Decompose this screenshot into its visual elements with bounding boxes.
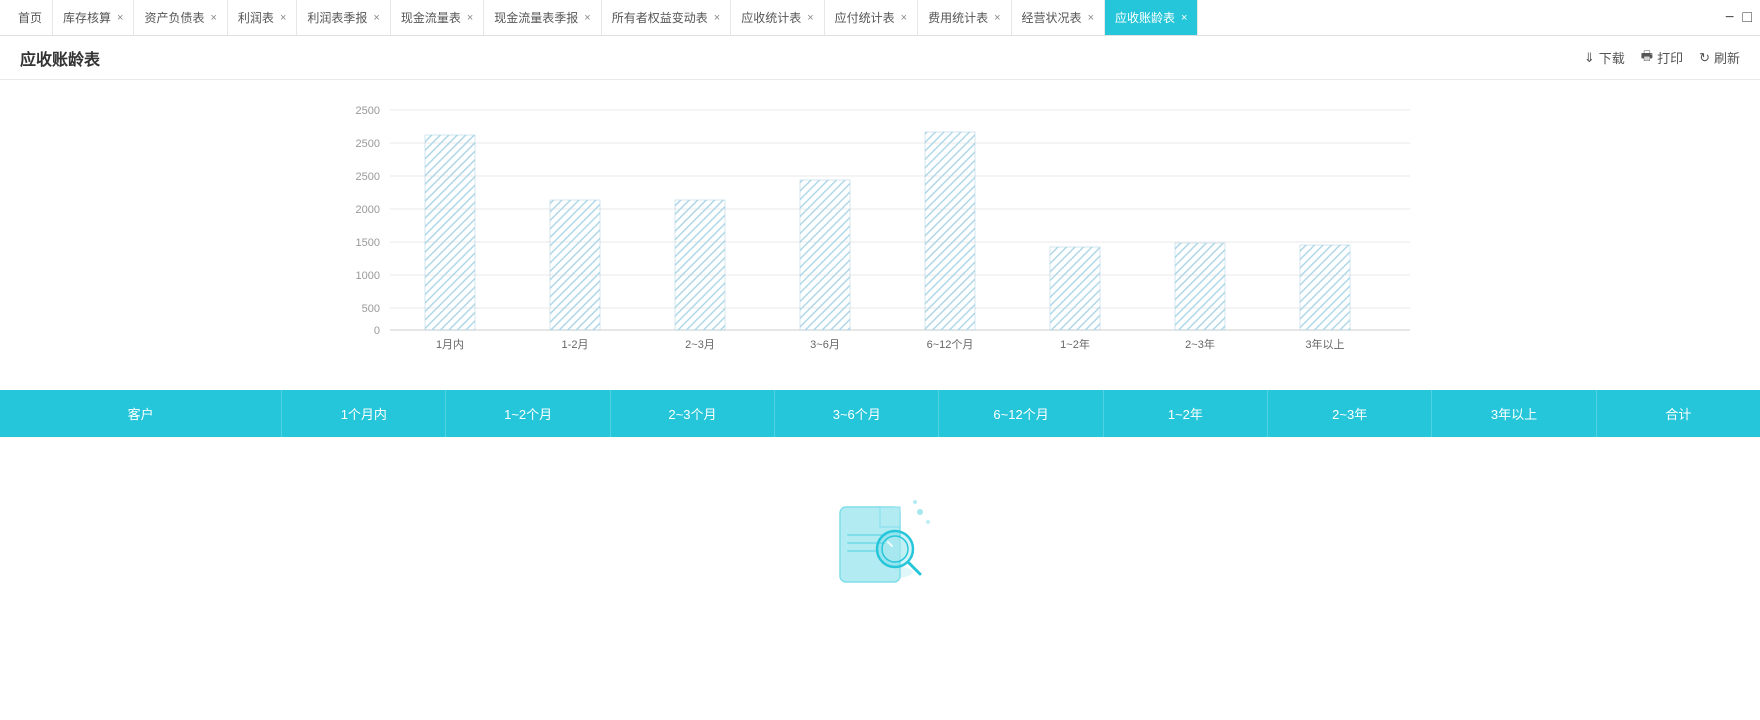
tab-bar-actions: − □	[1725, 9, 1752, 27]
tab-label-8: 应收统计表	[741, 9, 801, 26]
tab-label-10: 费用统计表	[928, 9, 988, 26]
bar-6-12月	[925, 132, 975, 330]
tab-close-11[interactable]: ×	[1088, 12, 1094, 24]
tab-close-5[interactable]: ×	[467, 12, 473, 24]
svg-text:1-2月: 1-2月	[562, 339, 589, 351]
header-actions: ⇓ 下载 🖶 打印 ↻ 刷新	[1584, 47, 1740, 69]
table-header: 客户1个月内1~2个月2~3个月3~6个月6~12个月1~2年2~3年3年以上合…	[0, 390, 1760, 437]
empty-state	[0, 437, 1760, 637]
empty-state-icon	[820, 477, 940, 597]
svg-text:2~3年: 2~3年	[1185, 337, 1215, 351]
tab-close-10[interactable]: ×	[994, 12, 1000, 24]
svg-text:3年以上: 3年以上	[1305, 337, 1344, 351]
table-th-5: 6~12个月	[939, 390, 1103, 437]
print-icon: 🖶	[1641, 47, 1653, 69]
table-th-4: 3~6个月	[775, 390, 939, 437]
tab-item-5[interactable]: 现金流量表 ×	[391, 0, 484, 36]
tab-close-1[interactable]: ×	[117, 12, 123, 24]
table-th-3: 2~3个月	[611, 390, 775, 437]
svg-text:2~3月: 2~3月	[685, 339, 715, 351]
download-label: 下载	[1599, 48, 1625, 67]
print-label: 打印	[1657, 48, 1683, 67]
svg-text:1月内: 1月内	[436, 337, 464, 351]
refresh-label: 刷新	[1714, 48, 1740, 67]
svg-text:2500: 2500	[356, 138, 380, 150]
tab-item-4[interactable]: 利润表季报 ×	[297, 0, 390, 36]
tab-close-4[interactable]: ×	[373, 12, 379, 24]
svg-text:3~6月: 3~6月	[810, 339, 840, 351]
tab-label-3: 利润表	[238, 9, 274, 26]
svg-text:0: 0	[374, 325, 380, 337]
svg-text:2500: 2500	[356, 171, 380, 183]
tabs-scroll: 首页库存核算×资产负债表×利润表×利润表季报×现金流量表×现金流量表季报×所有者…	[8, 0, 1725, 36]
svg-text:1~2年: 1~2年	[1060, 337, 1090, 351]
refresh-icon: ↻	[1699, 50, 1710, 66]
tab-item-1[interactable]: 库存核算 ×	[53, 0, 134, 36]
download-action[interactable]: ⇓ 下载	[1584, 48, 1625, 67]
tab-label-6: 现金流量表季报	[494, 9, 578, 26]
tab-item-0[interactable]: 首页	[8, 0, 53, 36]
bar-3年以上	[1300, 245, 1350, 330]
tab-close-2[interactable]: ×	[210, 12, 216, 24]
tab-item-11[interactable]: 经营状况表 ×	[1012, 0, 1105, 36]
tab-item-8[interactable]: 应收统计表 ×	[731, 0, 824, 36]
minimize-button[interactable]: −	[1725, 9, 1734, 27]
tab-label-4: 利润表季报	[307, 9, 367, 26]
tab-close-3[interactable]: ×	[280, 12, 286, 24]
table-th-6: 1~2年	[1104, 390, 1268, 437]
refresh-action[interactable]: ↻ 刷新	[1699, 48, 1740, 67]
print-action[interactable]: 🖶 打印	[1641, 47, 1683, 69]
maximize-button[interactable]: □	[1742, 9, 1752, 27]
bar-1-2月	[550, 200, 600, 330]
tab-item-7[interactable]: 所有者权益变动表 ×	[602, 0, 731, 36]
table-th-0: 客户	[0, 390, 282, 437]
main-content: 2500 2500 2500 2000 1500 1000 500 0	[0, 80, 1760, 720]
table-th-9: 合计	[1597, 390, 1760, 437]
bar-3-6月	[800, 180, 850, 330]
tab-close-8[interactable]: ×	[807, 12, 813, 24]
table-th-1: 1个月内	[282, 390, 446, 437]
tab-close-6[interactable]: ×	[584, 12, 590, 24]
tab-item-3[interactable]: 利润表 ×	[228, 0, 297, 36]
table-th-8: 3年以上	[1432, 390, 1596, 437]
page-title: 应收账龄表	[20, 46, 100, 70]
tab-bar: 首页库存核算×资产负债表×利润表×利润表季报×现金流量表×现金流量表季报×所有者…	[0, 0, 1760, 36]
tab-label-0: 首页	[18, 9, 42, 26]
bar-2-3月	[675, 200, 725, 330]
tab-label-5: 现金流量表	[401, 9, 461, 26]
svg-text:6~12个月: 6~12个月	[927, 338, 974, 351]
tab-item-10[interactable]: 费用统计表 ×	[918, 0, 1011, 36]
table-th-2: 1~2个月	[446, 390, 610, 437]
tab-label-11: 经营状况表	[1022, 9, 1082, 26]
svg-text:2000: 2000	[356, 204, 380, 216]
tab-item-9[interactable]: 应付统计表 ×	[825, 0, 918, 36]
tab-label-1: 库存核算	[63, 9, 111, 26]
tab-label-12: 应收账龄表	[1115, 9, 1175, 26]
bar-chart: 2500 2500 2500 2000 1500 1000 500 0	[330, 100, 1430, 380]
svg-text:1500: 1500	[356, 237, 380, 249]
tab-item-12[interactable]: 应收账龄表 ×	[1105, 0, 1198, 36]
tab-item-2[interactable]: 资产负债表 ×	[134, 0, 227, 36]
page-header: 应收账龄表 ⇓ 下载 🖶 打印 ↻ 刷新	[0, 36, 1760, 80]
table-th-7: 2~3年	[1268, 390, 1432, 437]
bar-1-2年	[1050, 247, 1100, 330]
bar-1月内	[425, 135, 475, 330]
tab-label-2: 资产负债表	[144, 9, 204, 26]
chart-area: 2500 2500 2500 2000 1500 1000 500 0	[0, 80, 1760, 390]
tab-label-7: 所有者权益变动表	[612, 9, 708, 26]
svg-text:2500: 2500	[356, 105, 380, 117]
tab-close-9[interactable]: ×	[901, 12, 907, 24]
tab-close-7[interactable]: ×	[714, 12, 720, 24]
svg-text:1000: 1000	[356, 270, 380, 282]
tab-label-9: 应付统计表	[835, 9, 895, 26]
bar-2-3年	[1175, 243, 1225, 330]
chart-svg-wrapper: 2500 2500 2500 2000 1500 1000 500 0	[30, 100, 1730, 380]
svg-text:500: 500	[362, 303, 380, 315]
tab-close-12[interactable]: ×	[1181, 12, 1187, 24]
tab-item-6[interactable]: 现金流量表季报 ×	[484, 0, 601, 36]
download-icon: ⇓	[1584, 50, 1595, 66]
